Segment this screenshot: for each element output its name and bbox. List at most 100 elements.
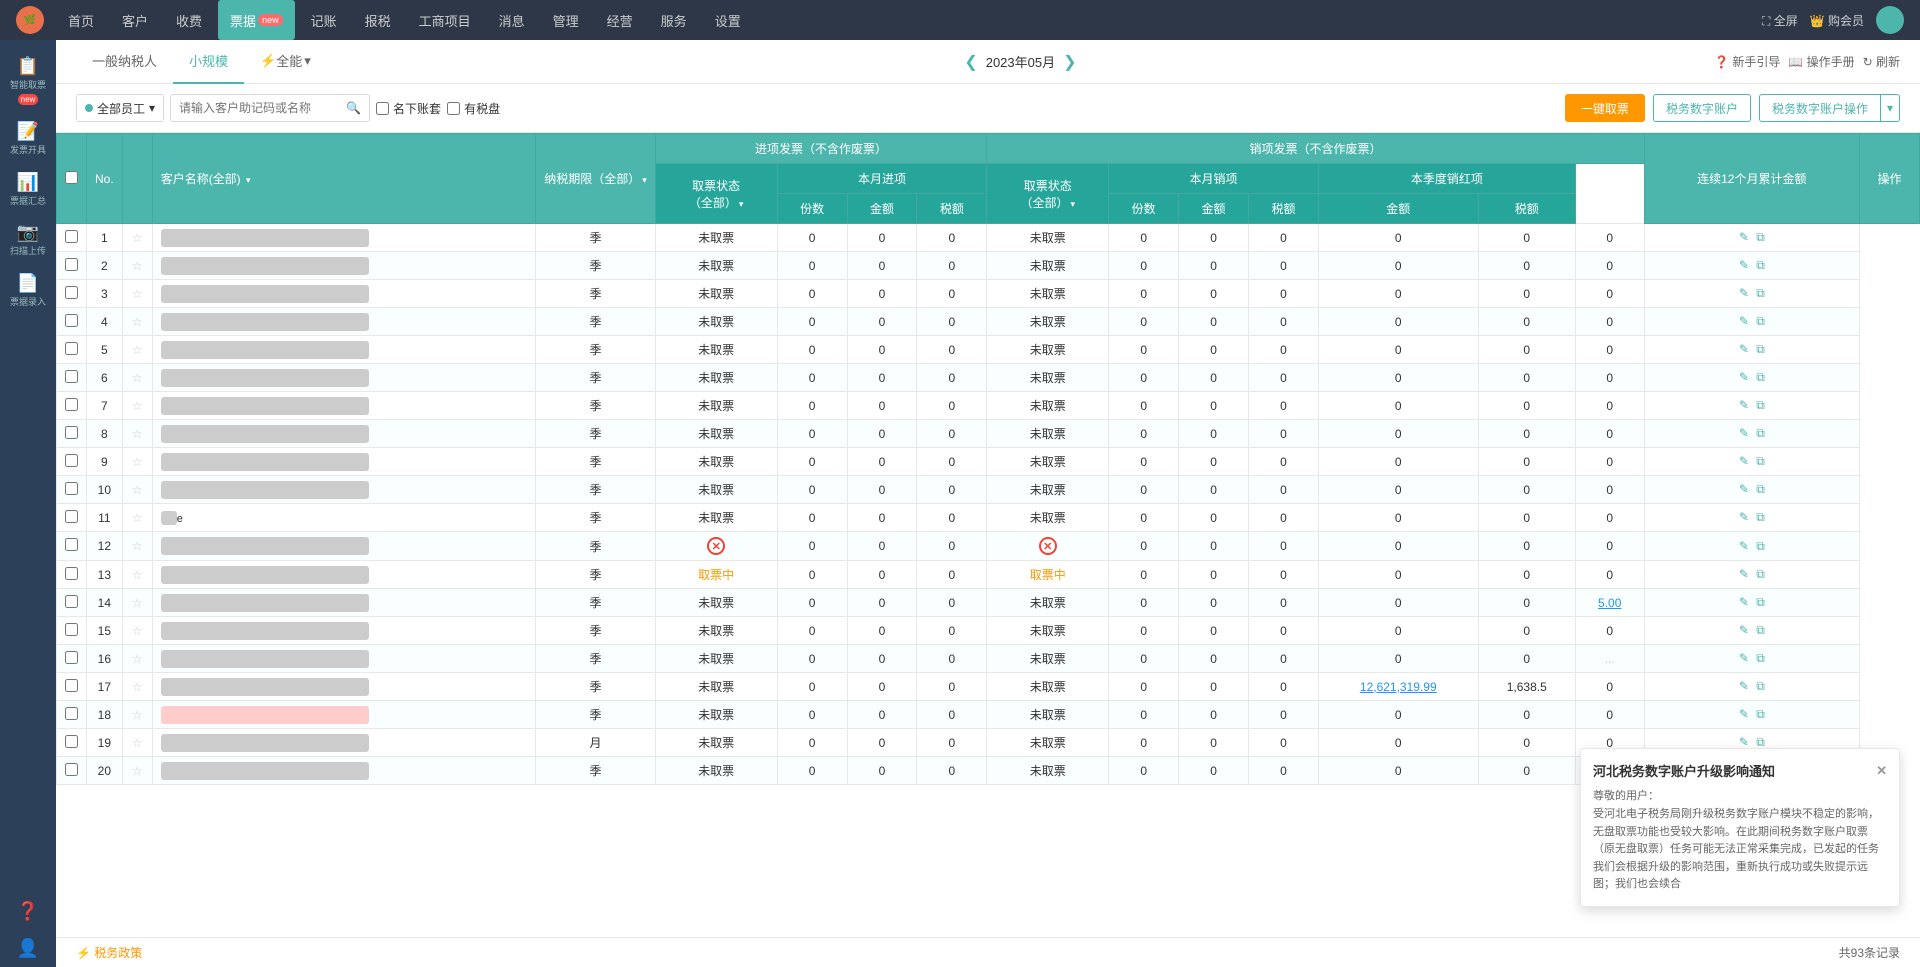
row-select-checkbox[interactable] [65,567,78,580]
edit-icon[interactable]: ✎ [1739,258,1749,272]
edit-icon[interactable]: ✎ [1739,426,1749,440]
star-icon[interactable]: ☆ [132,427,143,441]
edit-icon[interactable]: ✎ [1739,539,1749,553]
row-select-checkbox[interactable] [65,314,78,327]
copy-icon[interactable]: ⧉ [1756,426,1765,440]
row-select-checkbox[interactable] [65,258,78,271]
row-select-checkbox[interactable] [65,538,78,551]
row-select-checkbox[interactable] [65,286,78,299]
row-select-checkbox[interactable] [65,426,78,439]
star-icon[interactable]: ☆ [132,343,143,357]
row-select-checkbox[interactable] [65,370,78,383]
tab-small-scale[interactable]: 小规模 [173,40,244,84]
edit-icon[interactable]: ✎ [1739,370,1749,384]
edit-icon[interactable]: ✎ [1739,230,1749,244]
nav-ticket[interactable]: 票据 new [218,0,295,40]
date-next-button[interactable]: ❯ [1063,52,1076,72]
table-settings-icon[interactable]: ⚙ [132,172,143,186]
tax-digital-account-button[interactable]: 税务数字账户 [1653,94,1751,122]
star-icon[interactable]: ☆ [132,680,143,694]
user-avatar[interactable] [1876,6,1904,34]
copy-icon[interactable]: ⧉ [1756,735,1765,749]
star-icon[interactable]: ☆ [132,483,143,497]
tax-digital-account-ops-button[interactable]: 税务数字账户操作 [1759,94,1881,122]
row-select-checkbox[interactable] [65,398,78,411]
row-select-checkbox[interactable] [65,679,78,692]
copy-icon[interactable]: ⧉ [1756,454,1765,468]
star-icon[interactable]: ☆ [132,287,143,301]
edit-icon[interactable]: ✎ [1739,482,1749,496]
copy-icon[interactable]: ⧉ [1756,651,1765,665]
star-icon[interactable]: ☆ [132,455,143,469]
tab-general[interactable]: 一般纳税人 [76,40,173,84]
star-icon[interactable]: ☆ [132,652,143,666]
nav-business[interactable]: 工商项目 [407,0,483,40]
row-select-checkbox[interactable] [65,651,78,664]
checkbox-has-taxpad-input[interactable] [447,102,460,115]
nav-fee[interactable]: 收费 [164,0,214,40]
star-icon[interactable]: ☆ [132,315,143,329]
nav-settings[interactable]: 设置 [703,0,753,40]
edit-icon[interactable]: ✎ [1739,314,1749,328]
row-select-checkbox[interactable] [65,623,78,636]
edit-icon[interactable]: ✎ [1739,679,1749,693]
star-icon[interactable]: ☆ [132,259,143,273]
row-select-checkbox[interactable] [65,510,78,523]
tax-digital-account-ops-dropdown[interactable]: ▾ [1881,94,1900,122]
row-select-checkbox[interactable] [65,735,78,748]
col-in-status[interactable]: 取票状态（全部）▾ [655,164,777,224]
edit-icon[interactable]: ✎ [1739,735,1749,749]
notification-close-button[interactable]: ✕ [1876,763,1887,779]
search-input[interactable] [179,101,342,115]
row-select-checkbox[interactable] [65,230,78,243]
edit-icon[interactable]: ✎ [1739,398,1749,412]
edit-icon[interactable]: ✎ [1739,707,1749,721]
vip-button[interactable]: 👑 购会员 [1810,12,1864,29]
guide-button[interactable]: ❓ 新手引导 [1714,53,1780,70]
star-icon[interactable]: ☆ [132,764,143,778]
tax-policy-link[interactable]: ⚡ 税务政策 [76,944,142,961]
nav-manage[interactable]: 管理 [541,0,591,40]
copy-icon[interactable]: ⧉ [1756,370,1765,384]
star-icon[interactable]: ☆ [132,371,143,385]
star-icon[interactable]: ☆ [132,708,143,722]
nav-service[interactable]: 服务 [649,0,699,40]
edit-icon[interactable]: ✎ [1739,510,1749,524]
edit-icon[interactable]: ✎ [1739,595,1749,609]
nav-message[interactable]: 消息 [487,0,537,40]
copy-icon[interactable]: ⧉ [1756,595,1765,609]
copy-icon[interactable]: ⧉ [1756,482,1765,496]
copy-icon[interactable]: ⧉ [1756,258,1765,272]
fullscreen-button[interactable]: ⛶ 全屏 [1762,12,1798,29]
edit-icon[interactable]: ✎ [1739,651,1749,665]
star-icon[interactable]: ☆ [132,736,143,750]
sidebar-item-invoice[interactable]: 📝 发票开具 [0,113,56,164]
star-icon[interactable]: ☆ [132,231,143,245]
copy-icon[interactable]: ⧉ [1756,510,1765,524]
edit-icon[interactable]: ✎ [1739,454,1749,468]
copy-icon[interactable]: ⧉ [1756,342,1765,356]
nav-tax[interactable]: 报税 [353,0,403,40]
copy-icon[interactable]: ⧉ [1756,314,1765,328]
col-customer-name[interactable]: 客户名称(全部) ▾ [152,134,536,224]
copy-icon[interactable]: ⧉ [1756,286,1765,300]
star-icon[interactable]: ☆ [132,399,143,413]
checkbox-under-account-input[interactable] [376,102,389,115]
copy-icon[interactable]: ⧉ [1756,539,1765,553]
col-tax-period[interactable]: 纳税期限（全部）▾ [536,134,656,224]
edit-icon[interactable]: ✎ [1739,342,1749,356]
star-icon[interactable]: ☆ [132,539,143,553]
row-select-checkbox[interactable] [65,595,78,608]
row-select-checkbox[interactable] [65,707,78,720]
search-icon[interactable]: 🔍 [346,101,361,115]
copy-icon[interactable]: ⧉ [1756,230,1765,244]
sidebar-bottom-icon2[interactable]: 👤 [0,930,56,967]
employee-select[interactable]: 全部员工 ▾ [76,94,164,122]
checkbox-under-account[interactable]: 名下账套 [376,100,441,117]
star-icon[interactable]: ☆ [132,511,143,525]
sidebar-item-summary[interactable]: 📊 票据汇总 [0,164,56,215]
row-select-checkbox[interactable] [65,454,78,467]
checkbox-has-taxpad[interactable]: 有税盘 [447,100,500,117]
tab-all[interactable]: ⚡ 全能 ▾ [244,40,327,84]
sidebar-item-scan[interactable]: 📷 扫描上传 [0,214,56,265]
